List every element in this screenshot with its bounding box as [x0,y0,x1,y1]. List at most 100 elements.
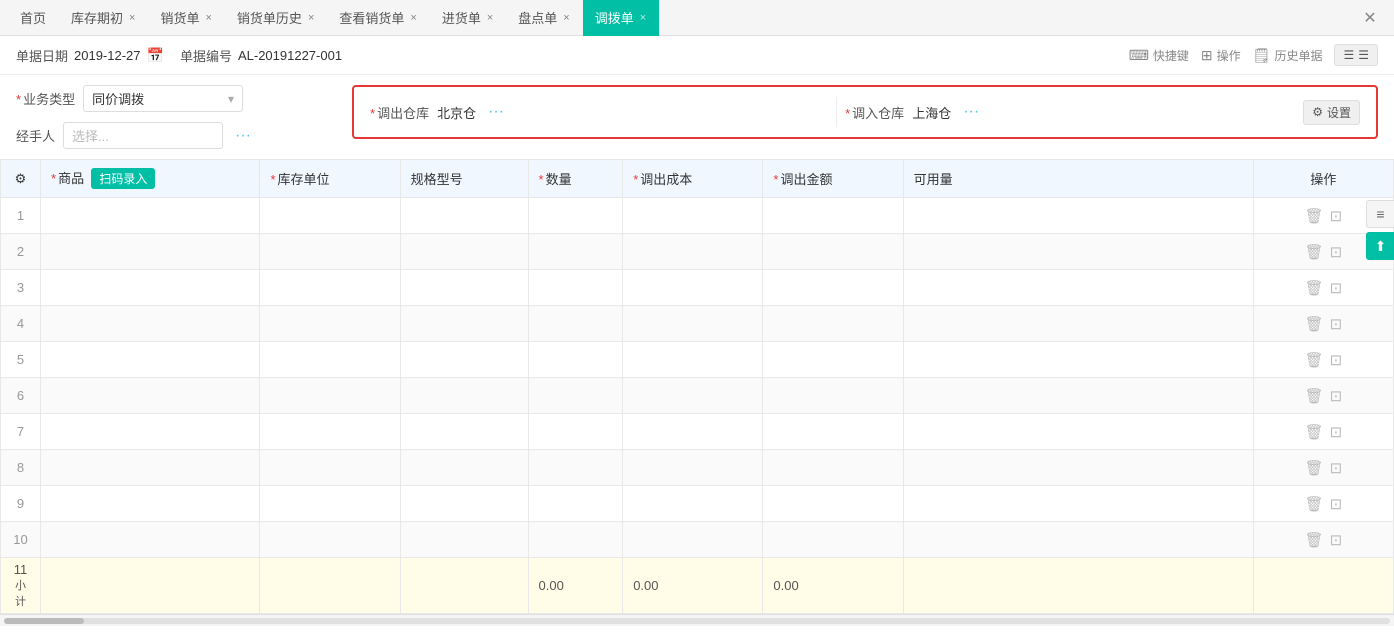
close-sales-order[interactable]: × [205,12,211,24]
copy-row-button[interactable]: ⊡ [1330,387,1343,405]
delete-row-button[interactable]: 🗑 [1305,423,1324,441]
cell-operation: 🗑⊡ [1253,378,1393,414]
close-transfer-order[interactable]: × [640,12,646,24]
copy-row-button[interactable]: ⊡ [1330,351,1343,369]
window-close-button[interactable]: ✕ [1354,2,1386,34]
cell-amount[interactable] [763,306,903,342]
cell-quantity[interactable] [528,234,623,270]
table-row: 9🗑⊡ [1,486,1394,522]
close-inventory-init[interactable]: × [129,12,135,24]
cell-product[interactable] [41,270,260,306]
cell-quantity[interactable] [528,270,623,306]
close-inventory-check[interactable]: × [563,12,569,24]
cell-quantity[interactable] [528,378,623,414]
delete-row-button[interactable]: 🗑 [1305,495,1324,513]
copy-row-button[interactable]: ⊡ [1330,495,1343,513]
sidebar-expand-icon[interactable]: ⬆ [1366,232,1394,260]
delete-row-button[interactable]: 🗑 [1305,459,1324,477]
delete-row-button[interactable]: 🗑 [1305,315,1324,333]
cell-product[interactable] [41,306,260,342]
cell-cost[interactable] [623,450,763,486]
copy-row-button[interactable]: ⊡ [1330,315,1343,333]
cell-cost[interactable] [623,414,763,450]
cell-amount[interactable] [763,486,903,522]
date-value[interactable]: 2019-12-27 [74,48,141,63]
handler-more-button[interactable]: ··· [231,127,255,145]
cell-operation: 🗑⊡ [1253,522,1393,558]
delete-row-button[interactable]: 🗑 [1305,207,1324,225]
tab-home[interactable]: 首页 [8,0,59,36]
calendar-icon[interactable]: 📅 [147,47,164,64]
col-gear[interactable]: ⚙ [1,160,41,198]
delete-row-button[interactable]: 🗑 [1305,243,1324,261]
warehouse-in-more-button[interactable]: ··· [959,103,983,121]
delete-row-button[interactable]: 🗑 [1305,531,1324,549]
scan-entry-button[interactable]: 扫码录入 [91,168,155,189]
tab-sales-history[interactable]: 销货单历史 × [225,0,327,36]
cell-product[interactable] [41,522,260,558]
cell-amount[interactable] [763,378,903,414]
tab-inventory-check[interactable]: 盘点单 × [506,0,582,36]
cell-cost[interactable] [623,234,763,270]
delete-row-button[interactable]: 🗑 [1305,387,1324,405]
cell-quantity[interactable] [528,342,623,378]
delete-row-button[interactable]: 🗑 [1305,279,1324,297]
cell-amount[interactable] [763,522,903,558]
tab-sales-order[interactable]: 销货单 × [148,0,224,36]
panel-settings-button[interactable]: ⚙ 设置 [1303,100,1360,125]
copy-row-button[interactable]: ⊡ [1330,423,1343,441]
copy-row-button[interactable]: ⊡ [1330,207,1343,225]
cell-quantity[interactable] [528,486,623,522]
business-type-select[interactable]: 同价调拨 ▾ [83,85,243,112]
business-type-row: *业务类型 同价调拨 ▾ [16,85,336,112]
cell-cost[interactable] [623,198,763,234]
close-sales-history[interactable]: × [308,12,314,24]
settings-button[interactable]: ☰ ☰ [1334,44,1378,66]
cell-amount[interactable] [763,450,903,486]
cell-cost[interactable] [623,486,763,522]
cell-amount[interactable] [763,342,903,378]
horizontal-scrollbar[interactable] [0,614,1394,626]
row-number: 5 [1,342,41,378]
cell-product[interactable] [41,198,260,234]
history-button[interactable]: 🗒 历史单据 [1253,47,1323,64]
cell-cost[interactable] [623,306,763,342]
tab-purchase-order[interactable]: 进货单 × [430,0,506,36]
cell-amount[interactable] [763,198,903,234]
cell-amount[interactable] [763,414,903,450]
cell-cost[interactable] [623,378,763,414]
tab-view-sales[interactable]: 查看销货单 × [327,0,429,36]
cell-product[interactable] [41,486,260,522]
handler-select[interactable]: 选择... [63,122,223,149]
cell-cost[interactable] [623,522,763,558]
copy-row-button[interactable]: ⊡ [1330,531,1343,549]
warehouse-in-value[interactable]: 上海仓 [912,103,951,122]
cell-product[interactable] [41,378,260,414]
cell-quantity[interactable] [528,522,623,558]
cell-quantity[interactable] [528,414,623,450]
cell-product[interactable] [41,234,260,270]
shortcut-button[interactable]: ⌨ 快捷键 [1129,47,1189,64]
cell-cost[interactable] [623,270,763,306]
cell-cost[interactable] [623,342,763,378]
close-purchase-order[interactable]: × [487,12,493,24]
operation-button[interactable]: ⊞ 操作 [1201,47,1241,64]
cell-product[interactable] [41,342,260,378]
cell-product[interactable] [41,450,260,486]
copy-row-button[interactable]: ⊡ [1330,279,1343,297]
delete-row-button[interactable]: 🗑 [1305,351,1324,369]
tab-inventory-init[interactable]: 库存期初 × [59,0,148,36]
warehouse-out-more-button[interactable]: ··· [484,103,508,121]
close-view-sales[interactable]: × [410,12,416,24]
cell-amount[interactable] [763,234,903,270]
cell-quantity[interactable] [528,198,623,234]
cell-quantity[interactable] [528,450,623,486]
copy-row-button[interactable]: ⊡ [1330,459,1343,477]
cell-product[interactable] [41,414,260,450]
copy-row-button[interactable]: ⊡ [1330,243,1343,261]
cell-quantity[interactable] [528,306,623,342]
warehouse-out-value[interactable]: 北京仓 [437,103,476,122]
sidebar-list-icon[interactable]: ≡ [1366,200,1394,228]
cell-amount[interactable] [763,270,903,306]
tab-transfer-order[interactable]: 调拨单 × [583,0,659,36]
